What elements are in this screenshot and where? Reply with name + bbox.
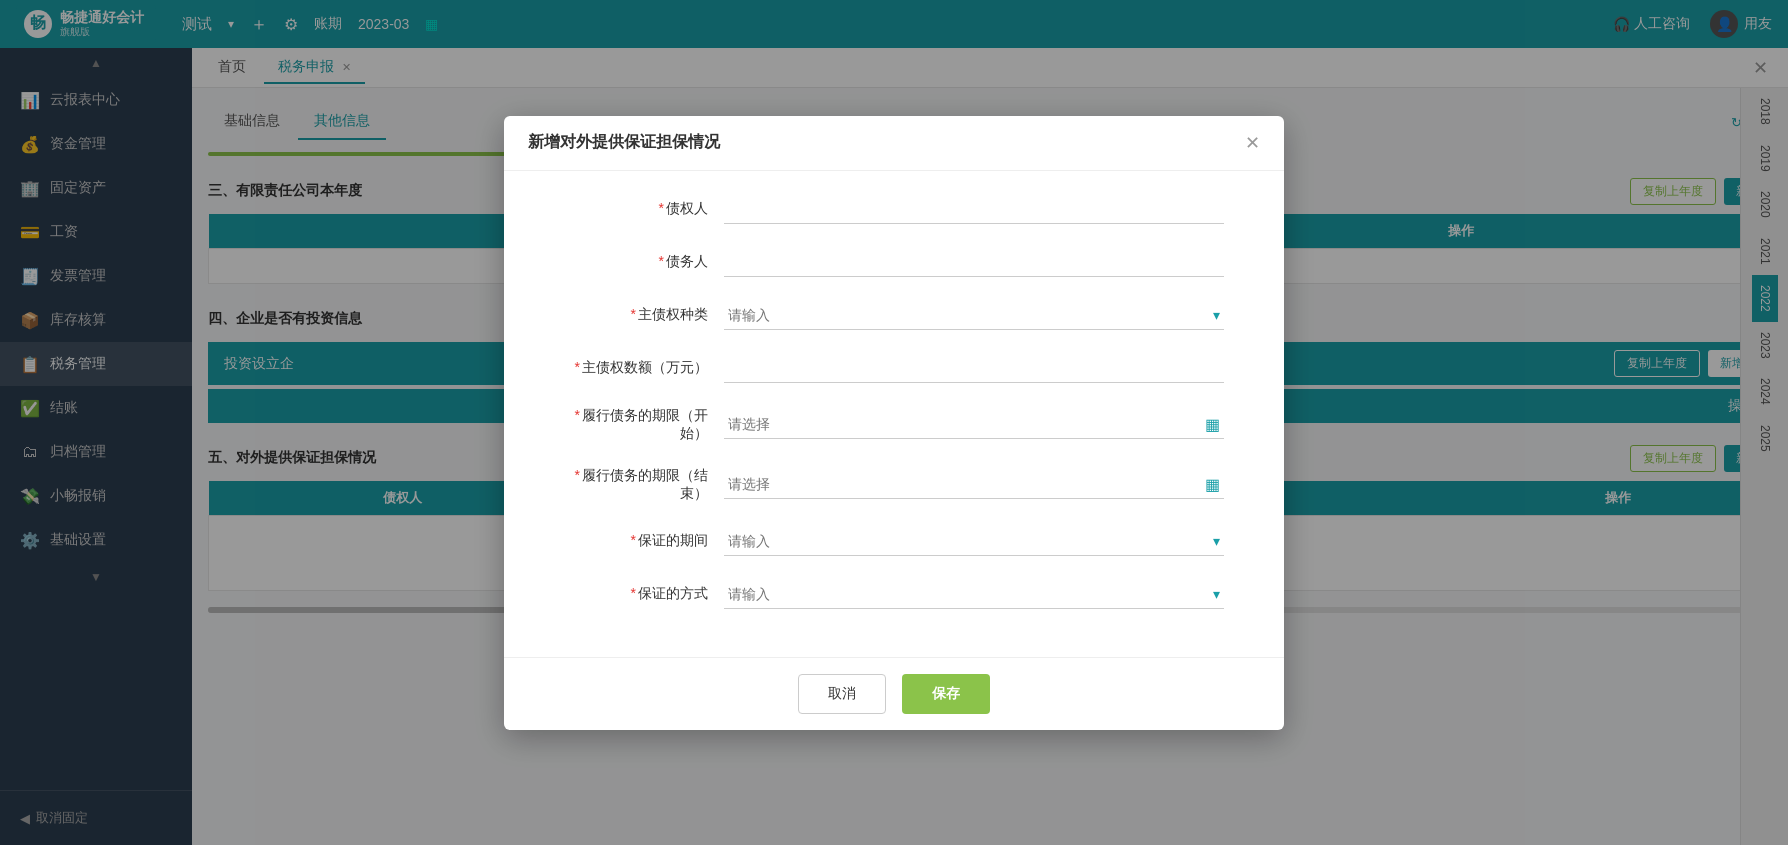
period-end-label: *履行债务的期限（结束） [564,467,724,503]
dialog-close-button[interactable]: ✕ [1245,132,1260,154]
form-row-guarantee-period: *保证的期间 ▾ [564,527,1224,556]
period-end-date-wrapper: ▦ [724,470,1224,499]
form-row-debtor: *债务人 [564,248,1224,277]
claim-type-required-mark: * [631,306,636,322]
dialog-header: 新增对外提供保证担保情况 ✕ [504,116,1284,171]
creditor-label: *债权人 [564,200,724,218]
guarantee-period-select-wrapper: ▾ [724,527,1224,556]
period-start-calendar-icon[interactable]: ▦ [1205,415,1220,434]
dialog-footer: 取消 保存 [504,657,1284,730]
creditor-input[interactable] [724,195,1224,224]
guarantee-period-label: *保证的期间 [564,532,724,550]
debtor-required-mark: * [659,253,664,269]
dialog-body: *债权人 *债务人 *主债权种类 ▾ [504,171,1284,657]
form-row-claim-type: *主债权种类 ▾ [564,301,1224,330]
period-start-input[interactable] [724,410,1224,439]
form-row-period-end: *履行债务的期限（结束） ▦ [564,467,1224,503]
claim-type-input[interactable] [724,301,1224,330]
claim-amount-required-mark: * [575,359,580,375]
claim-type-label: *主债权种类 [564,306,724,324]
claim-amount-label: *主债权数额（万元） [564,359,724,377]
form-row-period-start: *履行债务的期限（开始） ▦ [564,407,1224,443]
period-start-label: *履行债务的期限（开始） [564,407,724,443]
cancel-button[interactable]: 取消 [798,674,886,714]
claim-type-select-wrapper: ▾ [724,301,1224,330]
debtor-label: *债务人 [564,253,724,271]
form-row-guarantee-method: *保证的方式 ▾ [564,580,1224,609]
form-row-claim-amount: *主债权数额（万元） [564,354,1224,383]
guarantee-method-required-mark: * [631,585,636,601]
claim-amount-input[interactable] [724,354,1224,383]
modal-overlay: 新增对外提供保证担保情况 ✕ *债权人 *债务人 *主债权种类 [0,0,1788,845]
guarantee-period-required-mark: * [631,532,636,548]
debtor-input[interactable] [724,248,1224,277]
dialog: 新增对外提供保证担保情况 ✕ *债权人 *债务人 *主债权种类 [504,116,1284,730]
period-start-required-mark: * [575,407,580,423]
period-start-date-wrapper: ▦ [724,410,1224,439]
guarantee-method-input[interactable] [724,580,1224,609]
period-end-input[interactable] [724,470,1224,499]
guarantee-method-label: *保证的方式 [564,585,724,603]
dialog-title: 新增对外提供保证担保情况 [528,132,720,153]
period-end-calendar-icon[interactable]: ▦ [1205,475,1220,494]
creditor-required-mark: * [659,200,664,216]
guarantee-period-input[interactable] [724,527,1224,556]
period-end-required-mark: * [575,467,580,483]
save-button[interactable]: 保存 [902,674,990,714]
guarantee-method-select-wrapper: ▾ [724,580,1224,609]
form-row-creditor: *债权人 [564,195,1224,224]
